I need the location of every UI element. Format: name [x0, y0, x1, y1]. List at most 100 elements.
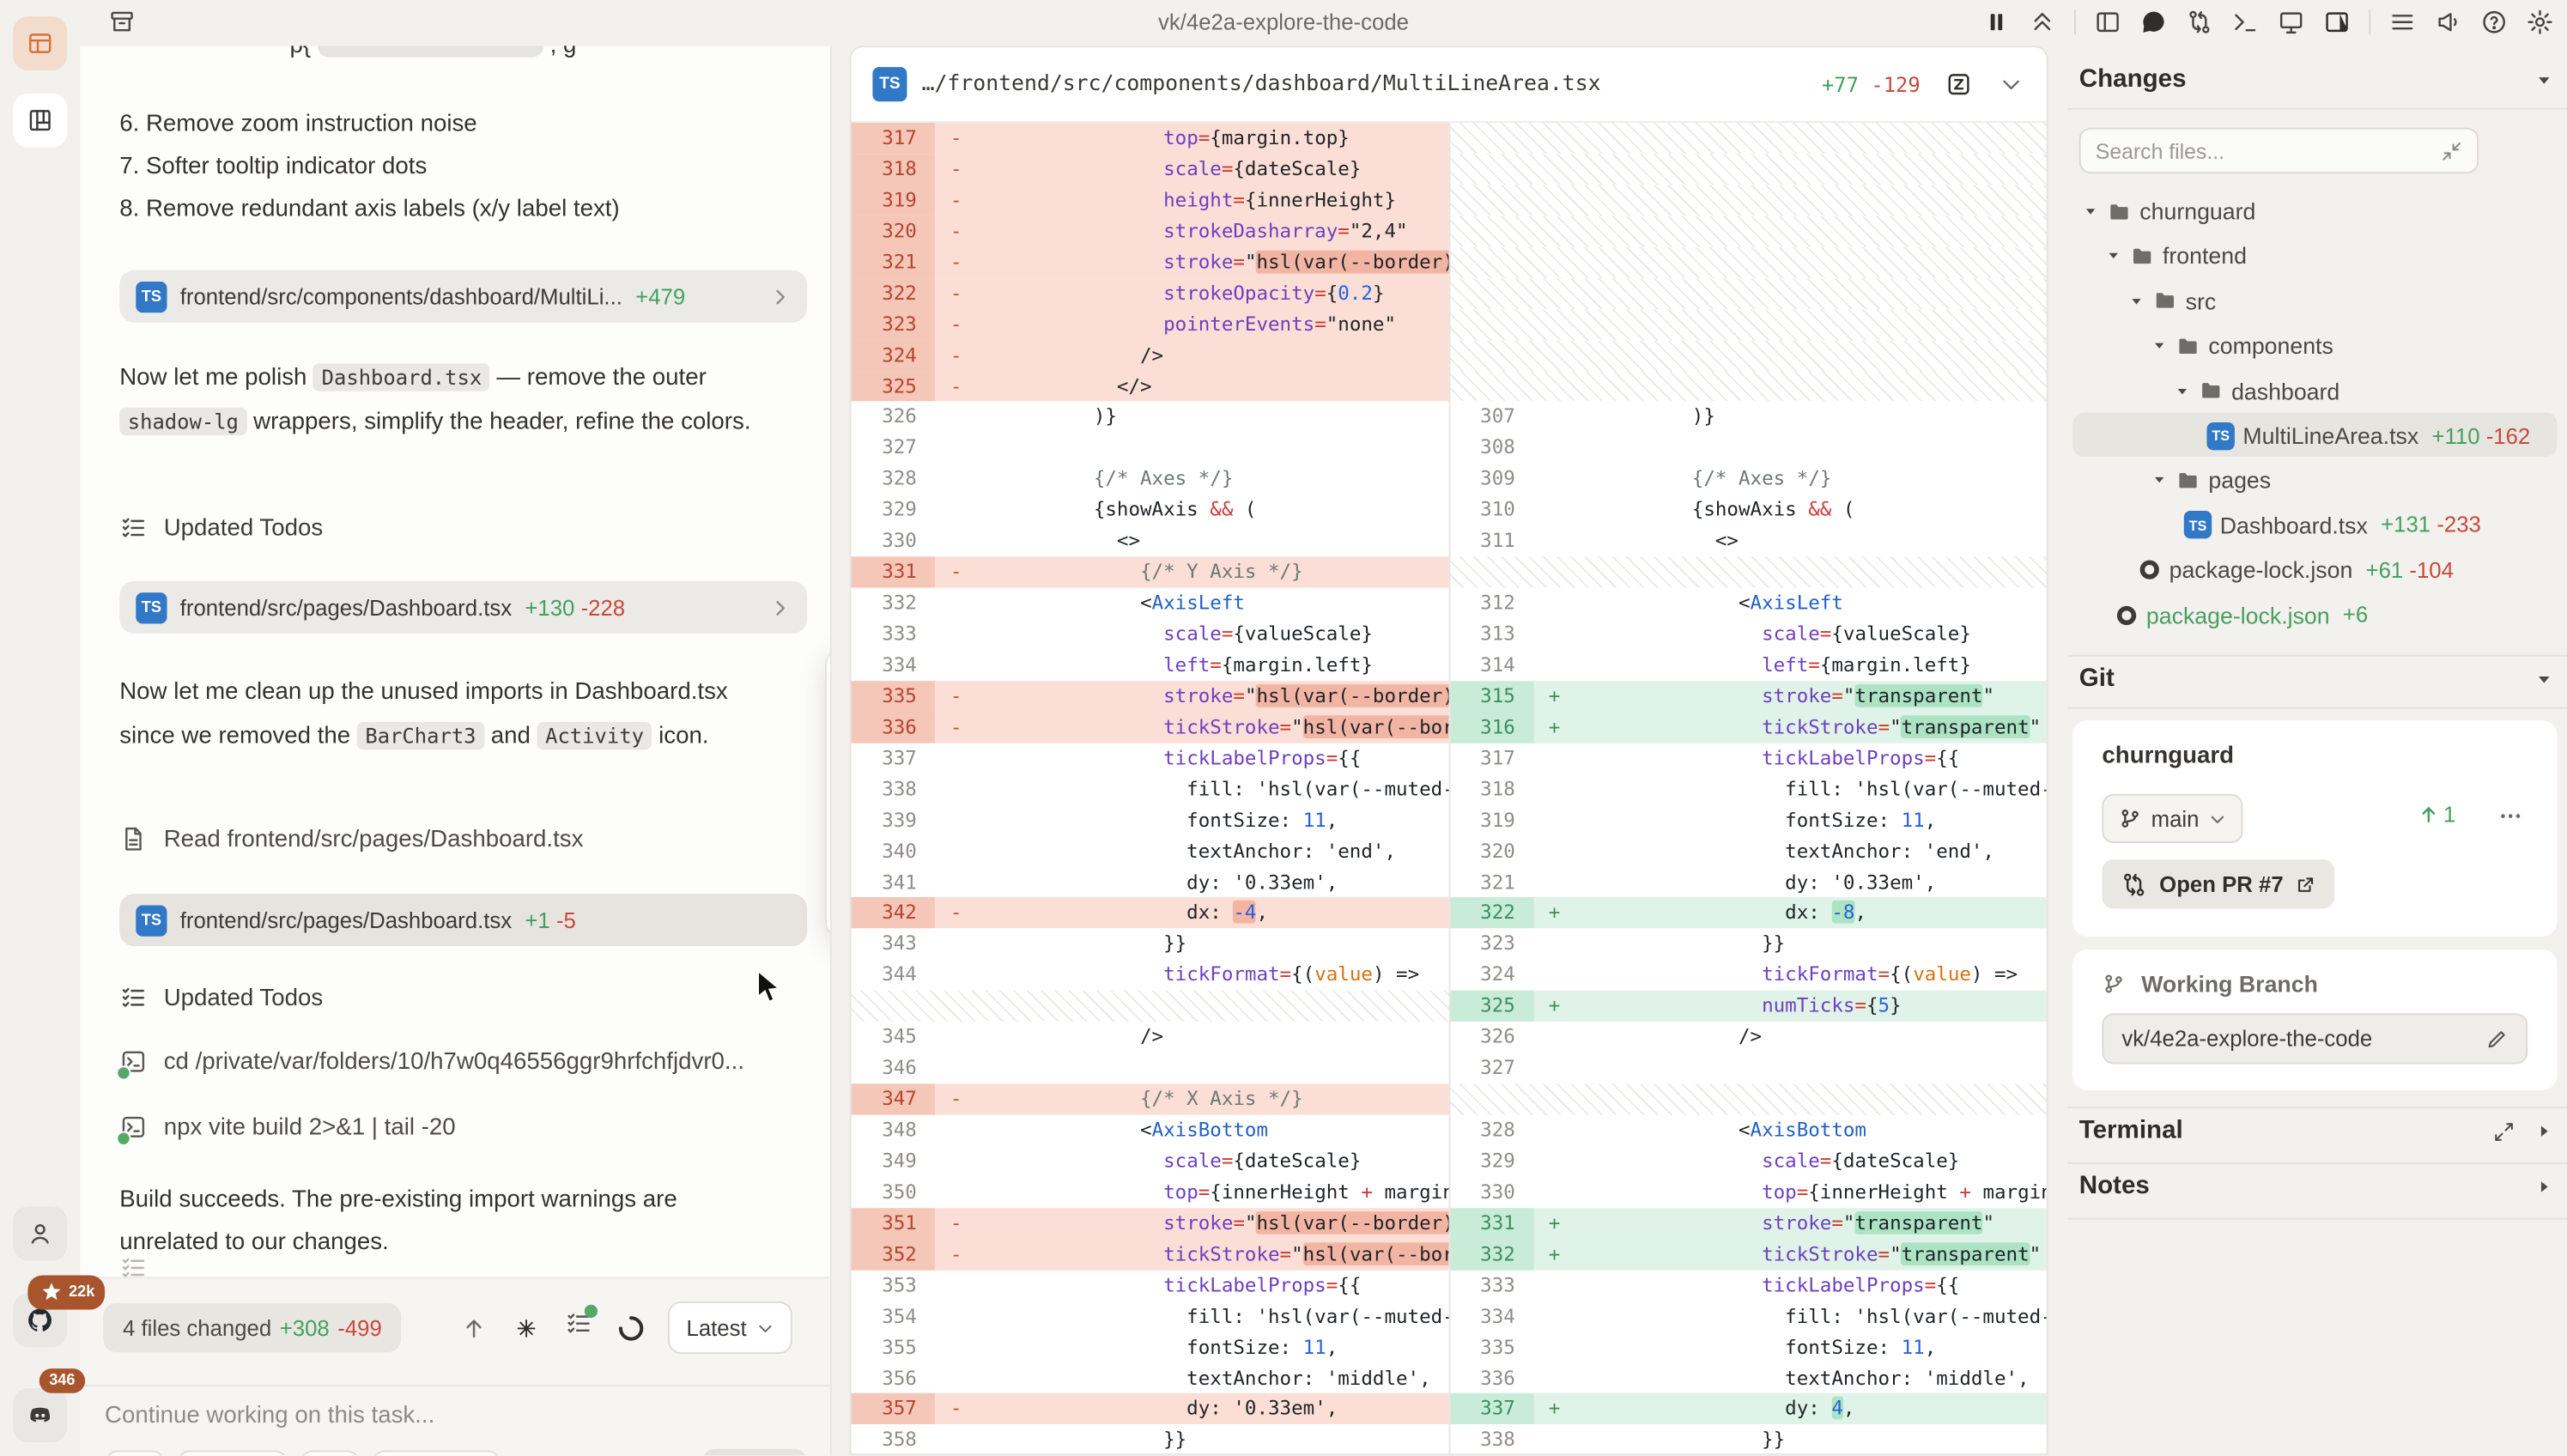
- pause-icon[interactable]: [1982, 9, 2010, 36]
- updated-todos-row[interactable]: Updated Todos: [119, 514, 807, 542]
- chevrons-up-icon[interactable]: [2029, 9, 2056, 36]
- line-number: 313: [1450, 619, 1533, 650]
- tri-down-icon: [2105, 248, 2121, 264]
- burst-icon[interactable]: [513, 1313, 540, 1341]
- send-button[interactable]: Send: [702, 1449, 807, 1456]
- read-file-row[interactable]: Read frontend/src/pages/Dashboard.tsx: [119, 825, 583, 852]
- changes-section-header[interactable]: Changes: [2079, 65, 2554, 94]
- diff-marker: -: [935, 557, 978, 588]
- tree-folder-pages[interactable]: pages: [2151, 459, 2272, 502]
- fast-forward-button[interactable]: [300, 1450, 361, 1455]
- files-changed-pill[interactable]: 4 files changed +308 -499: [103, 1303, 402, 1352]
- diff-marker: [935, 836, 978, 867]
- panel-right-icon[interactable]: [2323, 9, 2351, 36]
- chat-input[interactable]: Continue working on this task...: [105, 1403, 434, 1429]
- tree-folder-frontend[interactable]: frontend: [2105, 234, 2247, 277]
- edit-branch-icon[interactable]: [2485, 1028, 2509, 1051]
- terminal-command-row[interactable]: npx vite build 2>&1 | tail -20: [119, 1113, 455, 1141]
- line-number: 316: [1450, 712, 1533, 743]
- code-line: tickLabelProps={{: [1575, 743, 2046, 774]
- diff-marker: [935, 1425, 978, 1454]
- mode-select[interactable]: Default: [372, 1450, 501, 1455]
- code-line: textAnchor: 'end',: [1575, 836, 2046, 867]
- diff-code-row: 345 />: [852, 1022, 1448, 1053]
- line-number: 311: [1450, 525, 1533, 556]
- code-line: <>: [1575, 525, 2046, 556]
- rail-layout-button[interactable]: [13, 16, 67, 70]
- file-change-chip[interactable]: TS frontend/src/components/dashboard/Mul…: [119, 270, 807, 323]
- diff-code-row: 324- />: [852, 340, 1448, 371]
- diff-marker: [1533, 1177, 1576, 1208]
- diff-marker: [935, 1177, 978, 1208]
- expand-icon[interactable]: [2493, 1120, 2515, 1142]
- monitor-icon[interactable]: [2277, 9, 2304, 36]
- line-number: 358: [852, 1425, 935, 1454]
- file-change-chip[interactable]: TS frontend/src/pages/Dashboard.tsx +130…: [119, 581, 807, 634]
- code-line: textAnchor: 'end',: [977, 836, 1447, 867]
- latest-dropdown[interactable]: Latest: [669, 1301, 793, 1354]
- file-change-chip[interactable]: TS frontend/src/pages/Dashboard.tsx +1 -…: [119, 894, 807, 946]
- diff-code-row: 320 textAnchor: 'end',: [1450, 836, 2047, 867]
- tree-file-MultiLineArea.tsx[interactable]: TSMultiLineArea.tsx+110 -162: [2206, 414, 2530, 457]
- branch-select[interactable]: main: [2102, 794, 2242, 843]
- model-select[interactable]: Opus: [177, 1450, 288, 1455]
- git-section-header[interactable]: Git: [2079, 664, 2554, 694]
- code-line: fill: 'hsl(var(--muted-foreground))',: [1575, 774, 2046, 804]
- tree-file-package-lock.json[interactable]: package-lock.json+6: [2115, 593, 2369, 636]
- diff-code-row: 338 }}: [1450, 1425, 2047, 1454]
- diff-marker: [1533, 1270, 1576, 1301]
- megaphone-icon[interactable]: [2435, 9, 2462, 36]
- terminal-prompt-icon[interactable]: [2231, 9, 2259, 36]
- code-line: }}: [977, 929, 1447, 960]
- diff-mode-icon[interactable]: [1945, 70, 1972, 98]
- diff-code-row: 333 tickLabelProps={{: [1450, 1270, 2047, 1301]
- tree-folder-dashboard[interactable]: dashboard: [2174, 369, 2339, 412]
- checklist-icon: [119, 984, 147, 1011]
- open-pr-button[interactable]: Open PR #7: [2102, 859, 2333, 908]
- settings-gear-icon[interactable]: [2526, 9, 2553, 36]
- folder-icon: [2199, 379, 2224, 403]
- rail-profile-button[interactable]: [13, 1206, 67, 1260]
- collapse-tree-icon[interactable]: [2441, 140, 2462, 161]
- git-compare-icon[interactable]: [2186, 9, 2213, 36]
- diff-file-path: …/frontend/src/components/dashboard/Mult…: [922, 72, 1807, 97]
- code-line: dy: 4,: [1575, 1394, 2046, 1425]
- rail-board-button[interactable]: [13, 94, 67, 148]
- settings-sliders-button[interactable]: [105, 1450, 166, 1455]
- typescript-badge: TS: [136, 592, 167, 622]
- diff-code-row: 337+ dy: 4,: [1450, 1394, 2047, 1425]
- updated-todos-row[interactable]: Updated Todos: [119, 984, 807, 1011]
- diff-marker: -: [935, 1394, 978, 1425]
- tree-file-package-lock.json[interactable]: package-lock.json+61 -104: [2138, 549, 2454, 592]
- panel-left-icon[interactable]: [2094, 9, 2121, 36]
- tree-folder-components[interactable]: components: [2151, 325, 2333, 367]
- line-number: 329: [1450, 1146, 1533, 1177]
- scroll-up-icon[interactable]: [460, 1313, 488, 1341]
- app-window: vk/4e2a-explore-the-code 22k 346: [0, 0, 2567, 1455]
- tree-folder-churnguard[interactable]: churnguard: [2083, 190, 2256, 233]
- diff-code-row: 321- stroke="hsl(var(--border))": [852, 246, 1448, 277]
- tree-folder-src[interactable]: src: [2128, 280, 2216, 323]
- collapse-diff-icon[interactable]: [1997, 70, 2024, 98]
- menu-icon[interactable]: [2388, 9, 2416, 36]
- chat-bubble-icon[interactable]: [2139, 9, 2167, 36]
- line-number: 355: [852, 1332, 935, 1362]
- code-line: stroke="hsl(var(--border))": [977, 1208, 1447, 1239]
- diff-marker: [1533, 836, 1576, 867]
- diff-marker: -: [935, 154, 978, 185]
- line-number: 308: [1450, 433, 1533, 464]
- notes-section-header[interactable]: Notes: [2079, 1172, 2554, 1201]
- tree-file-Dashboard.tsx[interactable]: TSDashboard.tsx+131 -233: [2184, 504, 2481, 547]
- search-files-input[interactable]: Search files...: [2079, 128, 2479, 173]
- terminal-command-row[interactable]: cd /private/var/folders/10/h7w0q46556ggr…: [119, 1047, 744, 1075]
- rail-discord-button[interactable]: [13, 1388, 67, 1442]
- working-branch-input[interactable]: vk/4e2a-explore-the-code: [2102, 1013, 2528, 1064]
- diff-old-pane[interactable]: 317- top={margin.top}318- scale={dateSca…: [852, 123, 1448, 1453]
- diff-code-row: 307 )}: [1450, 402, 2047, 433]
- code-line: [1575, 433, 2046, 464]
- help-circle-icon[interactable]: [2480, 9, 2508, 36]
- diff-new-pane[interactable]: 307 )}308309 {/* Axes */}310 {showAxis &…: [1448, 123, 2047, 1453]
- code-line: <AxisLeft: [1575, 588, 2046, 619]
- terminal-section-header[interactable]: Terminal: [2079, 1116, 2554, 1145]
- more-options-icon[interactable]: [2497, 802, 2524, 829]
